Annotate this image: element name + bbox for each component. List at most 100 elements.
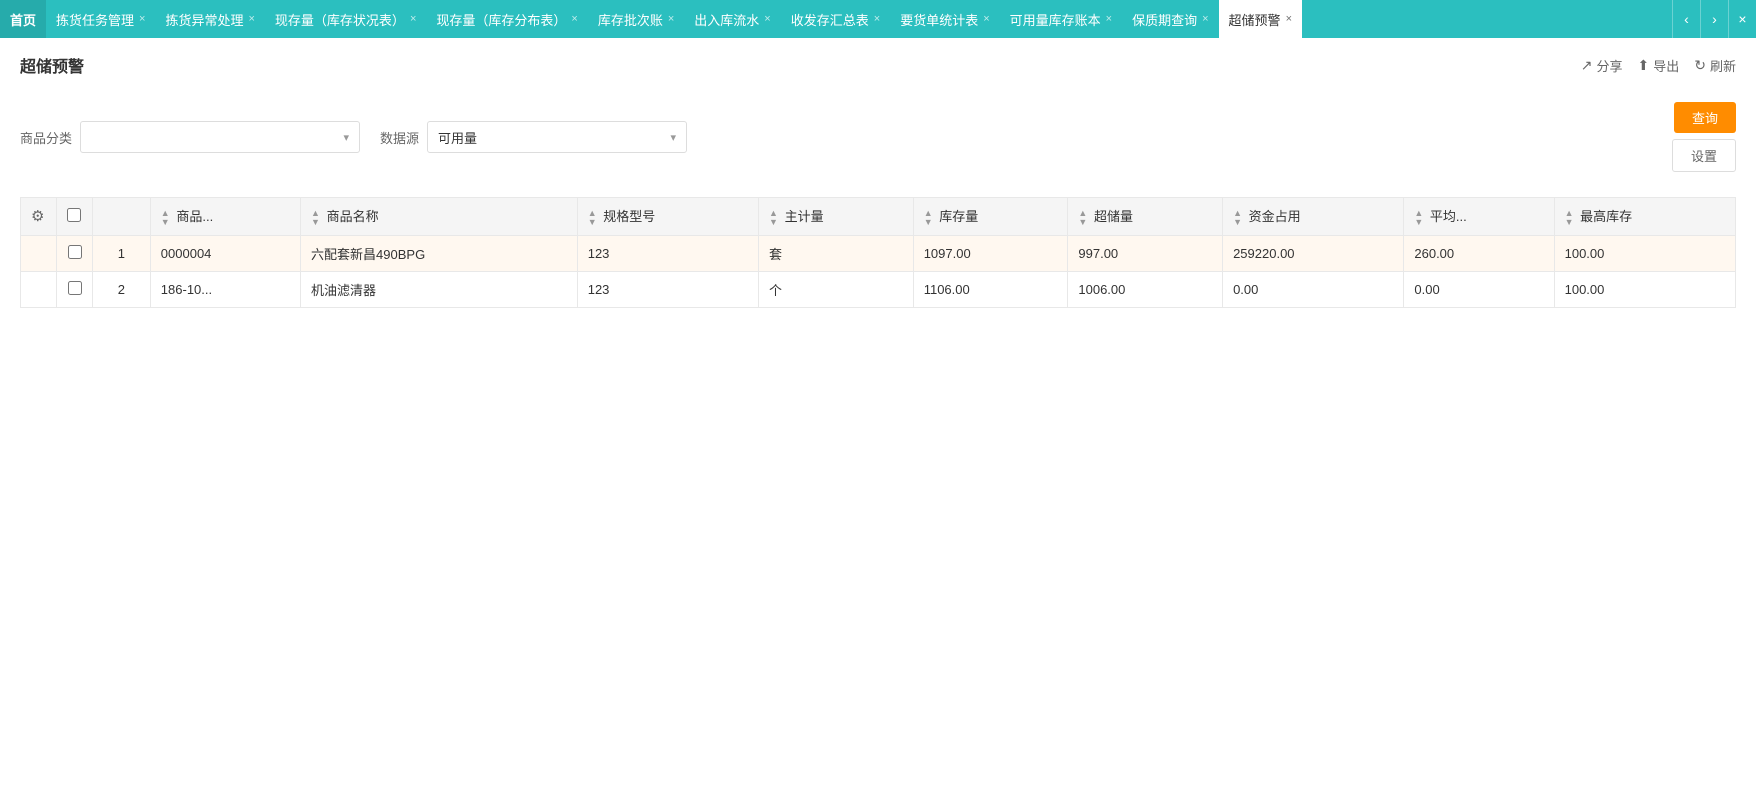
top-navigation: 首页 拣货任务管理 × 拣货异常处理 × 现存量（库存状况表） × 现存量（库存… — [0, 0, 1756, 38]
th-product-name[interactable]: ▲▼ 商品名称 — [301, 198, 578, 236]
row-product-name-1: 机油滤清器 — [301, 271, 578, 307]
nav-item-5[interactable]: 库存批次账 × — [588, 0, 684, 38]
close-icon-11[interactable]: × — [1286, 13, 1292, 25]
sort-icon-product-name: ▲▼ — [311, 209, 320, 227]
filter-buttons: 查询 设置 — [1672, 102, 1736, 172]
nav-arrows: ‹ › × — [1672, 0, 1756, 38]
refresh-icon: ↻ — [1694, 57, 1706, 74]
category-filter: 商品分类 ▾ — [20, 121, 360, 153]
row-unit-0: 套 — [759, 235, 914, 271]
row-settings-cell — [21, 235, 57, 271]
datasource-filter: 数据源 可用量 ▾ — [380, 121, 687, 153]
th-checkbox — [57, 198, 93, 236]
share-icon: ↗ — [1581, 57, 1593, 74]
datasource-select-value: 可用量 — [438, 128, 477, 147]
th-spec[interactable]: ▲▼ 规格型号 — [577, 198, 758, 236]
th-capital[interactable]: ▲▼ 资金占用 — [1223, 198, 1404, 236]
row-max-stock-0: 100.00 — [1554, 235, 1735, 271]
sort-icon-over-stock: ▲▼ — [1078, 209, 1087, 227]
row-spec-0: 123 — [577, 235, 758, 271]
main-content: 超储预警 ↗ 分享 ⬆ 导出 ↻ 刷新 商品分类 ▾ 数据源 — [0, 38, 1756, 800]
close-icon-10[interactable]: × — [1202, 13, 1208, 25]
nav-close-arrow[interactable]: × — [1728, 0, 1756, 38]
share-button[interactable]: ↗ 分享 — [1581, 56, 1623, 75]
row-checkbox-0[interactable] — [68, 245, 82, 259]
sort-icon-avg: ▲▼ — [1414, 209, 1423, 227]
nav-item-11[interactable]: 超储预警 × — [1219, 0, 1302, 38]
close-icon-8[interactable]: × — [983, 13, 989, 25]
refresh-button[interactable]: ↻ 刷新 — [1694, 56, 1736, 75]
settings-gear-icon[interactable]: ⚙ — [31, 208, 44, 225]
nav-next-arrow[interactable]: › — [1700, 0, 1728, 38]
th-product-code[interactable]: ▲▼ 商品... — [150, 198, 300, 236]
row-spec-1: 123 — [577, 271, 758, 307]
close-icon-4[interactable]: × — [571, 13, 577, 25]
row-settings-cell — [21, 271, 57, 307]
nav-item-1[interactable]: 拣货任务管理 × — [46, 0, 155, 38]
table-row: 2 186-10... 机油滤清器 123 个 1106.00 1006.00 … — [21, 271, 1736, 307]
query-button[interactable]: 查询 — [1674, 102, 1736, 133]
datasource-label: 数据源 — [380, 128, 419, 147]
filter-area: 商品分类 ▾ 数据源 可用量 ▾ 查询 设置 — [20, 92, 1736, 182]
th-over-stock[interactable]: ▲▼ 超储量 — [1068, 198, 1223, 236]
datasource-chevron-icon: ▾ — [671, 131, 677, 144]
table-row: 1 0000004 六配套新昌490BPG 123 套 1097.00 997.… — [21, 235, 1736, 271]
close-icon-5[interactable]: × — [668, 13, 674, 25]
sort-icon-stock: ▲▼ — [924, 209, 933, 227]
th-settings: ⚙ — [21, 198, 57, 236]
export-icon: ⬆ — [1638, 57, 1650, 74]
th-unit[interactable]: ▲▼ 主计量 — [759, 198, 914, 236]
export-button[interactable]: ⬆ 导出 — [1638, 56, 1680, 75]
th-avg[interactable]: ▲▼ 平均... — [1404, 198, 1554, 236]
close-icon-1[interactable]: × — [139, 13, 145, 25]
row-product-code-0: 0000004 — [150, 235, 300, 271]
close-icon-7[interactable]: × — [874, 13, 880, 25]
nav-item-8[interactable]: 要货单统计表 × — [890, 0, 999, 38]
th-num — [93, 198, 151, 236]
row-checkbox-cell — [57, 271, 93, 307]
close-icon-2[interactable]: × — [248, 13, 254, 25]
category-label: 商品分类 — [20, 128, 72, 147]
row-unit-1: 个 — [759, 271, 914, 307]
nav-item-7[interactable]: 收发存汇总表 × — [781, 0, 890, 38]
row-checkbox-cell — [57, 235, 93, 271]
sort-icon-product-code: ▲▼ — [161, 209, 170, 227]
row-capital-1: 0.00 — [1223, 271, 1404, 307]
row-avg-0: 260.00 — [1404, 235, 1554, 271]
sort-icon-max-stock: ▲▼ — [1565, 209, 1574, 227]
nav-item-2[interactable]: 拣货异常处理 × — [155, 0, 264, 38]
category-chevron-icon: ▾ — [343, 131, 349, 144]
row-over-stock-0: 997.00 — [1068, 235, 1223, 271]
close-icon-6[interactable]: × — [764, 13, 770, 25]
row-num-0: 1 — [93, 235, 151, 271]
page-title: 超储预警 — [20, 53, 84, 77]
data-table: ⚙ ▲▼ 商品... ▲▼ 商品名称 ▲▼ 规格型号 — [20, 197, 1736, 308]
nav-item-10[interactable]: 保质期查询 × — [1122, 0, 1218, 38]
row-product-code-1: 186-10... — [150, 271, 300, 307]
nav-item-4[interactable]: 现存量（库存分布表） × — [426, 0, 587, 38]
row-num-1: 2 — [93, 271, 151, 307]
row-checkbox-1[interactable] — [68, 281, 82, 295]
nav-prev-arrow[interactable]: ‹ — [1672, 0, 1700, 38]
nav-item-3[interactable]: 现存量（库存状况表） × — [265, 0, 426, 38]
sort-icon-capital: ▲▼ — [1233, 209, 1242, 227]
nav-item-9[interactable]: 可用量库存账本 × — [1000, 0, 1122, 38]
sort-icon-spec: ▲▼ — [588, 209, 597, 227]
settings-button[interactable]: 设置 — [1672, 139, 1736, 172]
category-select[interactable]: ▾ — [80, 121, 360, 153]
header-actions: ↗ 分享 ⬆ 导出 ↻ 刷新 — [1581, 56, 1736, 75]
close-icon-3[interactable]: × — [410, 13, 416, 25]
row-stock-0: 1097.00 — [913, 235, 1068, 271]
nav-home[interactable]: 首页 — [0, 0, 46, 38]
select-all-checkbox[interactable] — [67, 208, 81, 222]
row-avg-1: 0.00 — [1404, 271, 1554, 307]
row-max-stock-1: 100.00 — [1554, 271, 1735, 307]
page-header: 超储预警 ↗ 分享 ⬆ 导出 ↻ 刷新 — [20, 53, 1736, 77]
row-stock-1: 1106.00 — [913, 271, 1068, 307]
datasource-select[interactable]: 可用量 ▾ — [427, 121, 687, 153]
th-max-stock[interactable]: ▲▼ 最高库存 — [1554, 198, 1735, 236]
th-stock[interactable]: ▲▼ 库存量 — [913, 198, 1068, 236]
row-over-stock-1: 1006.00 — [1068, 271, 1223, 307]
close-icon-9[interactable]: × — [1106, 13, 1112, 25]
nav-item-6[interactable]: 出入库流水 × — [684, 0, 780, 38]
